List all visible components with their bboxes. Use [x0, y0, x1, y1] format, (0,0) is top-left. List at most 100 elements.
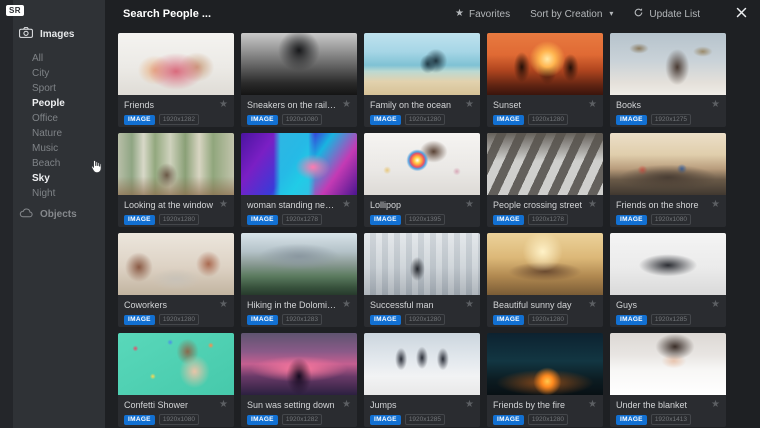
card-thumbnail[interactable]: [364, 233, 480, 295]
card-lollipop[interactable]: Lollipop ★ IMAGE 1920x1395: [364, 133, 480, 227]
card-thumbnail[interactable]: [487, 333, 603, 395]
card-friends[interactable]: Friends ★ IMAGE 1920x1282: [118, 33, 234, 127]
sidebar-item-office[interactable]: Office: [32, 111, 105, 126]
sort-label: Sort by Creation: [530, 9, 602, 20]
card-under-the-blanket[interactable]: Under the blanket ★ IMAGE 1920x1413: [610, 333, 726, 427]
card-successful-man[interactable]: Successful man ★ IMAGE 1920x1280: [364, 233, 480, 327]
card-guys[interactable]: Guys ★ IMAGE 1920x1285: [610, 233, 726, 327]
favorite-star-icon[interactable]: ★: [588, 300, 597, 310]
card-books[interactable]: Books ★ IMAGE 1920x1275: [610, 33, 726, 127]
favorite-star-icon[interactable]: ★: [465, 400, 474, 410]
card-friends-by-the-fire[interactable]: Friends by the fire ★ IMAGE 1920x1280: [487, 333, 603, 427]
sidebar-section-images[interactable]: Images: [19, 27, 105, 41]
favorite-star-icon[interactable]: ★: [711, 300, 720, 310]
card-thumbnail[interactable]: [487, 233, 603, 295]
card-confetti-shower[interactable]: Confetti Shower ★ IMAGE 1920x1080: [118, 333, 234, 427]
card-woman-standing-near-buildings[interactable]: woman standing near buildings ★ IMAGE 19…: [241, 133, 357, 227]
sort-by-creation-button[interactable]: Sort by Creation ▾: [530, 9, 613, 20]
favorite-star-icon[interactable]: ★: [711, 200, 720, 210]
card-sunset[interactable]: Sunset ★ IMAGE 1920x1280: [487, 33, 603, 127]
favorites-button[interactable]: ★ Favorites: [455, 9, 510, 20]
card-people-crossing-street[interactable]: People crossing street ★ IMAGE 1920x1278: [487, 133, 603, 227]
favorite-star-icon[interactable]: ★: [342, 200, 351, 210]
size-label: 1920x1413: [651, 414, 691, 425]
search-input[interactable]: [123, 8, 455, 20]
card-thumbnail[interactable]: [118, 233, 234, 295]
sidebar-item-beach[interactable]: Beach: [32, 156, 105, 171]
card-coworkers[interactable]: Coworkers ★ IMAGE 1920x1280: [118, 233, 234, 327]
card-thumbnail[interactable]: [241, 33, 357, 95]
card-thumbnail[interactable]: [241, 133, 357, 195]
card-thumbnail[interactable]: [610, 33, 726, 95]
sidebar-item-people[interactable]: People: [32, 96, 105, 111]
favorite-star-icon[interactable]: ★: [342, 100, 351, 110]
card-footer: woman standing near buildings ★ IMAGE 19…: [241, 195, 357, 227]
sidebar-item-city[interactable]: City: [32, 66, 105, 81]
card-jumps[interactable]: Jumps ★ IMAGE 1920x1285: [364, 333, 480, 427]
card-thumbnail[interactable]: [241, 333, 357, 395]
card-thumbnail[interactable]: [364, 333, 480, 395]
card-beautiful-sunny-day[interactable]: Beautiful sunny day ★ IMAGE 1920x1280: [487, 233, 603, 327]
card-thumbnail[interactable]: [241, 233, 357, 295]
type-badge: IMAGE: [616, 115, 647, 125]
type-badge: IMAGE: [247, 215, 278, 225]
update-list-button[interactable]: Update List: [633, 7, 700, 21]
sidebar-item-night[interactable]: Night: [32, 186, 105, 201]
card-friends-on-the-shore[interactable]: Friends on the shore ★ IMAGE 1920x1080: [610, 133, 726, 227]
type-badge: IMAGE: [493, 215, 524, 225]
card-title: Friends: [124, 100, 158, 110]
card-thumbnail[interactable]: [610, 233, 726, 295]
card-footer: Hiking in the Dolomites ★ IMAGE 1920x128…: [241, 295, 357, 327]
card-footer: Successful man ★ IMAGE 1920x1280: [364, 295, 480, 327]
favorite-star-icon[interactable]: ★: [219, 100, 228, 110]
card-family-on-the-ocean[interactable]: Family on the ocean ★ IMAGE 1920x1280: [364, 33, 480, 127]
card-title: People crossing street: [493, 200, 586, 210]
type-badge: IMAGE: [493, 415, 524, 425]
card-footer: Lollipop ★ IMAGE 1920x1395: [364, 195, 480, 227]
card-thumbnail[interactable]: [364, 33, 480, 95]
size-label: 1920x1278: [282, 214, 322, 225]
card-title: Lollipop: [370, 200, 405, 210]
card-thumbnail[interactable]: [610, 333, 726, 395]
card-thumbnail[interactable]: [118, 33, 234, 95]
sidebar-section-label: Images: [40, 29, 74, 40]
card-hiking-in-the-dolomites[interactable]: Hiking in the Dolomites ★ IMAGE 1920x128…: [241, 233, 357, 327]
favorite-star-icon[interactable]: ★: [465, 100, 474, 110]
card-looking-at-the-window[interactable]: Looking at the window ★ IMAGE 1920x1280: [118, 133, 234, 227]
favorite-star-icon[interactable]: ★: [219, 200, 228, 210]
card-footer: Books ★ IMAGE 1920x1275: [610, 95, 726, 127]
card-title: Sneakers on the railroad: [247, 100, 342, 110]
card-thumbnail[interactable]: [487, 33, 603, 95]
card-thumbnail[interactable]: [118, 333, 234, 395]
favorite-star-icon[interactable]: ★: [342, 300, 351, 310]
favorite-star-icon[interactable]: ★: [465, 200, 474, 210]
favorite-star-icon[interactable]: ★: [711, 100, 720, 110]
card-title: Confetti Shower: [124, 400, 192, 410]
card-sneakers-on-the-railroad[interactable]: Sneakers on the railroad ★ IMAGE 1920x10…: [241, 33, 357, 127]
card-thumbnail[interactable]: [364, 133, 480, 195]
sidebar-item-nature[interactable]: Nature: [32, 126, 105, 141]
sidebar-item-all[interactable]: All: [32, 51, 105, 66]
favorite-star-icon[interactable]: ★: [465, 300, 474, 310]
card-thumbnail[interactable]: [610, 133, 726, 195]
favorite-star-icon[interactable]: ★: [588, 400, 597, 410]
favorite-star-icon[interactable]: ★: [342, 400, 351, 410]
close-button[interactable]: [736, 5, 747, 23]
favorite-star-icon[interactable]: ★: [711, 400, 720, 410]
card-footer: Coworkers ★ IMAGE 1920x1280: [118, 295, 234, 327]
favorite-star-icon[interactable]: ★: [588, 200, 597, 210]
sidebar-item-music[interactable]: Music: [32, 141, 105, 156]
type-badge: IMAGE: [370, 415, 401, 425]
card-footer: Friends on the shore ★ IMAGE 1920x1080: [610, 195, 726, 227]
card-thumbnail[interactable]: [118, 133, 234, 195]
type-badge: IMAGE: [370, 215, 401, 225]
card-thumbnail[interactable]: [487, 133, 603, 195]
favorite-star-icon[interactable]: ★: [219, 400, 228, 410]
sidebar-item-sport[interactable]: Sport: [32, 81, 105, 96]
favorite-star-icon[interactable]: ★: [219, 300, 228, 310]
favorite-star-icon[interactable]: ★: [588, 100, 597, 110]
sidebar-item-sky[interactable]: Sky: [32, 171, 105, 186]
card-sun-was-setting-down[interactable]: Sun was setting down ★ IMAGE 1920x1282: [241, 333, 357, 427]
close-icon: [736, 5, 747, 23]
sidebar-section-objects[interactable]: Objects: [19, 208, 105, 221]
